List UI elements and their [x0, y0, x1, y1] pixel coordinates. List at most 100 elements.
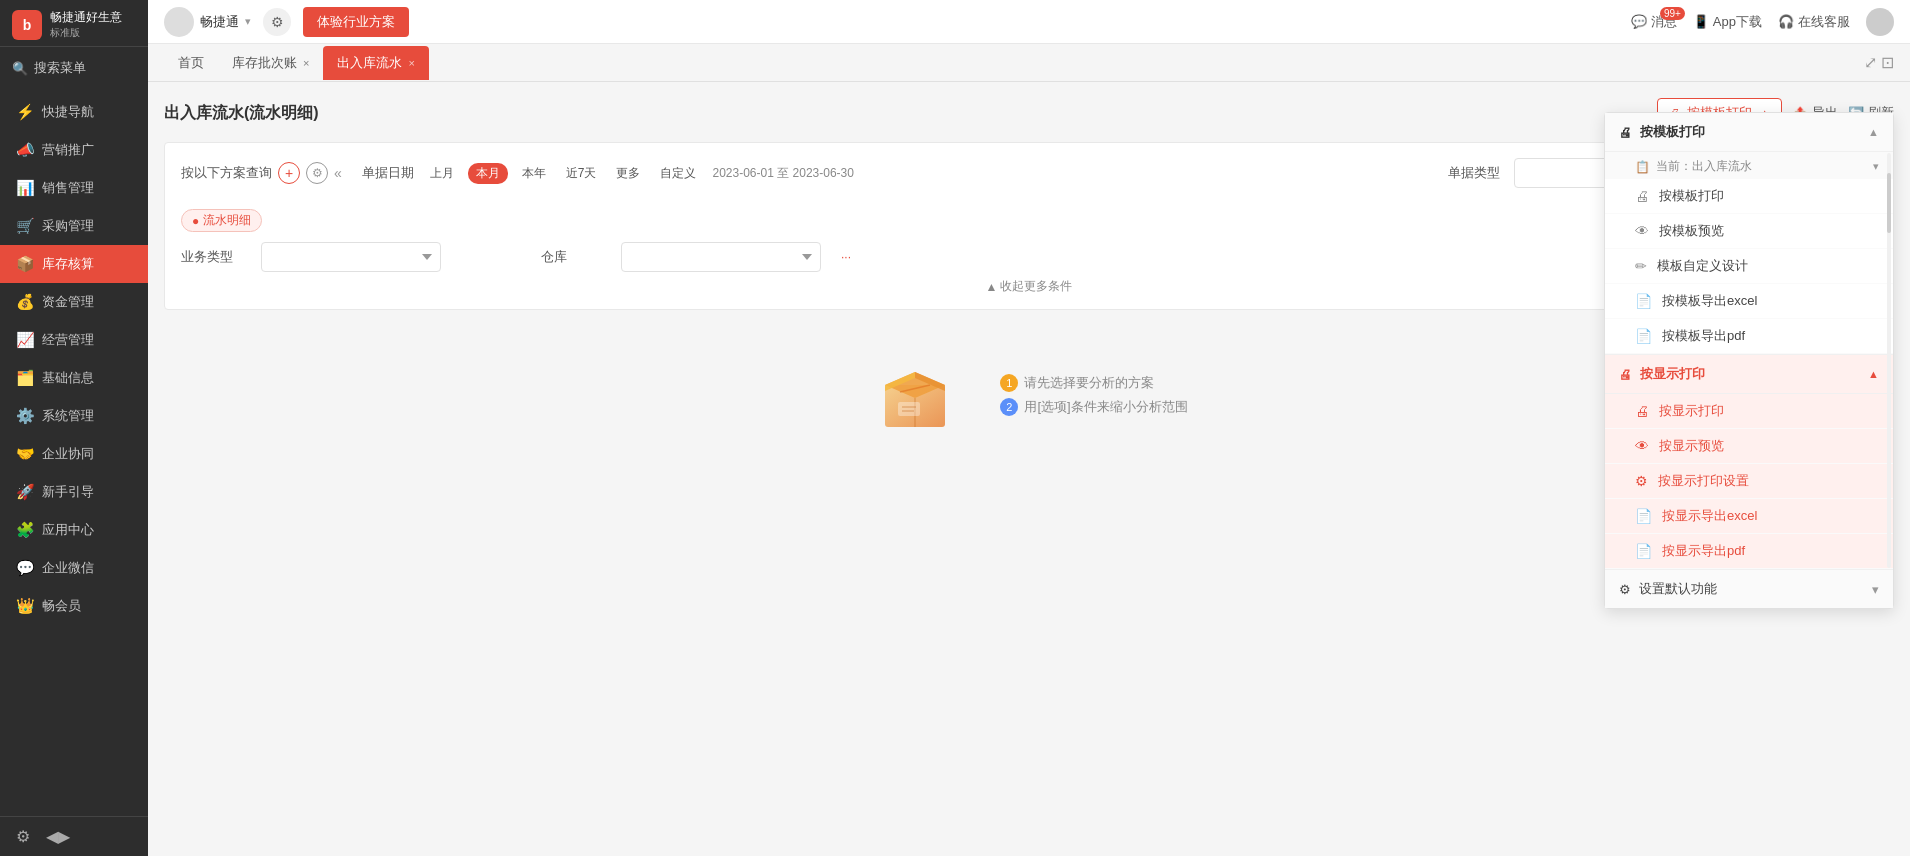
dropdown-item-display-print[interactable]: 🖨 按显示打印 — [1605, 394, 1893, 429]
active-filter-tag: ● 流水明细 — [181, 209, 262, 232]
tab-flow-close[interactable]: × — [408, 57, 414, 69]
logo-badge: 标准版 — [50, 26, 122, 40]
search-by-label: 按以下方案查询 — [181, 164, 272, 182]
display-settings-item-label: 按显示打印设置 — [1658, 472, 1749, 490]
sidebar-item-basic[interactable]: 🗂️ 基础信息 — [0, 359, 148, 397]
topbar-settings-btn[interactable]: ⚙ — [263, 8, 291, 36]
sidebar-item-label: 系统管理 — [42, 407, 94, 425]
topbar-avatar[interactable] — [1866, 8, 1894, 36]
sidebar-item-guide[interactable]: 🚀 新手引导 — [0, 473, 148, 511]
sidebar-item-finance[interactable]: 💰 资金管理 — [0, 283, 148, 321]
tab-batch[interactable]: 库存批次账 × — [218, 46, 323, 80]
sidebar-item-label: 基础信息 — [42, 369, 94, 387]
service-icon: 🎧 — [1778, 14, 1794, 29]
date-tab-last-month[interactable]: 上月 — [424, 163, 460, 184]
warehouse-more-btn[interactable]: ··· — [841, 250, 851, 264]
display-excel-icon: 📄 — [1635, 508, 1652, 524]
sidebar-item-collab[interactable]: 🤝 企业协同 — [0, 435, 148, 473]
template-customize-item-label: 模板自定义设计 — [1657, 257, 1748, 275]
dropdown-item-template-pdf[interactable]: 📄 按模板导出pdf — [1605, 319, 1893, 354]
dropdown-item-template-preview[interactable]: 👁 按模板预览 — [1605, 214, 1893, 249]
empty-hint-2: 2 用[选项]条件来缩小分析范围 — [1000, 398, 1187, 416]
footer-settings-icon: ⚙ — [1619, 582, 1631, 597]
sidebar-item-appstore[interactable]: 🧩 应用中心 — [0, 511, 148, 549]
tab-flow[interactable]: 出入库流水 × — [323, 46, 428, 80]
user-area[interactable]: 畅捷通 ▾ — [164, 7, 251, 37]
display-settings-icon: ⚙ — [1635, 473, 1648, 489]
app-download-label: App下载 — [1713, 13, 1762, 31]
filter-collapse-btn[interactable]: « — [334, 165, 342, 181]
sidebar-item-operation[interactable]: 📈 经营管理 — [0, 321, 148, 359]
template-customize-icon: ✏ — [1635, 258, 1647, 274]
dropdown-item-display-preview[interactable]: 👁 按显示预览 — [1605, 429, 1893, 464]
footer-chevron[interactable]: ▾ — [1872, 582, 1879, 597]
sidebar-item-member[interactable]: 👑 畅会员 — [0, 587, 148, 625]
empty-hints: 1 请先选择要分析的方案 2 用[选项]条件来缩小分析范围 — [1000, 374, 1187, 416]
sidebar-item-label: 畅会员 — [42, 597, 81, 615]
sidebar-item-quicknav[interactable]: ⚡ 快捷导航 — [0, 93, 148, 131]
dropdown-footer[interactable]: ⚙ 设置默认功能 ▾ — [1605, 569, 1893, 608]
tab-batch-close[interactable]: × — [303, 57, 309, 69]
sales-icon: 📊 — [16, 179, 34, 197]
business-type-label: 业务类型 — [181, 248, 241, 266]
appstore-icon: 🧩 — [16, 521, 34, 539]
dropdown-item-template-customize[interactable]: ✏ 模板自定义设计 — [1605, 249, 1893, 284]
date-tab-this-year[interactable]: 本年 — [516, 163, 552, 184]
member-icon: 👑 — [16, 597, 34, 615]
date-tab-more[interactable]: 更多 — [610, 163, 646, 184]
template-excel-icon: 📄 — [1635, 293, 1652, 309]
sidebar-item-sales[interactable]: 📊 销售管理 — [0, 169, 148, 207]
purchase-icon: 🛒 — [16, 217, 34, 235]
content-area: 首页 库存批次账 × 出入库流水 × ⤢ ⊡ 出入库流水(流水明细) — [148, 44, 1910, 856]
dropdown-item-display-settings[interactable]: ⚙ 按显示打印设置 — [1605, 464, 1893, 499]
date-tab-custom[interactable]: 自定义 — [654, 163, 702, 184]
sidebar-item-inventory[interactable]: 📦 库存核算 — [0, 245, 148, 283]
current-icon: 📋 — [1635, 160, 1650, 174]
user-dropdown-icon[interactable]: ▾ — [245, 15, 251, 28]
tab-home[interactable]: 首页 — [164, 46, 218, 80]
tab-expand-btn[interactable]: ⤢ — [1864, 53, 1877, 72]
solution-btn[interactable]: 体验行业方案 — [303, 7, 409, 37]
sidebar-item-label: 营销推广 — [42, 141, 94, 159]
sidebar-item-system[interactable]: ⚙️ 系统管理 — [0, 397, 148, 435]
inventory-icon: 📦 — [16, 255, 34, 273]
message-btn[interactable]: 💬 消息 99+ — [1631, 13, 1677, 31]
search-menu-label: 搜索菜单 — [34, 59, 86, 77]
collapse-btn[interactable]: ▲ 收起更多条件 — [986, 278, 1073, 295]
display-pdf-icon: 📄 — [1635, 543, 1652, 559]
dropdown-item-display-excel[interactable]: 📄 按显示导出excel — [1605, 499, 1893, 534]
template-section-chevron[interactable]: ▲ — [1868, 126, 1879, 138]
filter-settings-btn[interactable]: ⚙ — [306, 162, 328, 184]
tab-collapse-btn[interactable]: ⊡ — [1881, 53, 1894, 72]
add-filter-btn[interactable]: + — [278, 162, 300, 184]
online-service-btn[interactable]: 🎧 在线客服 — [1778, 13, 1850, 31]
logo-name: 畅捷通好生意 — [50, 10, 122, 26]
sidebar-search[interactable]: 🔍 搜索菜单 — [0, 47, 148, 89]
chevron-up-icon: ▲ — [986, 280, 998, 294]
date-tab-this-month[interactable]: 本月 — [468, 163, 508, 184]
business-type-select[interactable] — [261, 242, 441, 272]
sidebar-item-purchase[interactable]: 🛒 采购管理 — [0, 207, 148, 245]
date-tab-7days[interactable]: 近7天 — [560, 163, 603, 184]
display-section-chevron[interactable]: ▲ — [1868, 368, 1879, 380]
template-preview-icon: 👁 — [1635, 223, 1649, 239]
bottom-settings-icon[interactable]: ⚙ — [16, 827, 30, 846]
basic-icon: 🗂️ — [16, 369, 34, 387]
footer-label: 设置默认功能 — [1639, 580, 1717, 598]
empty-hint-1: 1 请先选择要分析的方案 — [1000, 374, 1187, 392]
dropdown-item-template-print[interactable]: 🖨 按模板打印 — [1605, 179, 1893, 214]
dropdown-item-template-excel[interactable]: 📄 按模板导出excel — [1605, 284, 1893, 319]
sidebar-item-wechat[interactable]: 💬 企业微信 — [0, 549, 148, 587]
sidebar-item-marketing[interactable]: 📣 营销推广 — [0, 131, 148, 169]
page-title: 出入库流水(流水明细) — [164, 103, 319, 124]
current-template-row: 📋 当前：出入库流水 ▾ — [1605, 152, 1893, 179]
warehouse-label: 仓库 — [541, 248, 601, 266]
bottom-help-icon[interactable]: ◀▶ — [46, 827, 70, 846]
app-download-btn[interactable]: 📱 App下载 — [1693, 13, 1762, 31]
dropdown-item-display-pdf[interactable]: 📄 按显示导出pdf — [1605, 534, 1893, 569]
template-print-section-header[interactable]: 🖨 按模板打印 ▲ — [1605, 113, 1893, 152]
search-menu-btn[interactable]: 🔍 搜索菜单 — [12, 55, 136, 81]
warehouse-select[interactable] — [621, 242, 821, 272]
display-print-section-header[interactable]: 🖨 按显示打印 ▲ — [1605, 354, 1893, 394]
current-chevron[interactable]: ▾ — [1873, 160, 1879, 173]
